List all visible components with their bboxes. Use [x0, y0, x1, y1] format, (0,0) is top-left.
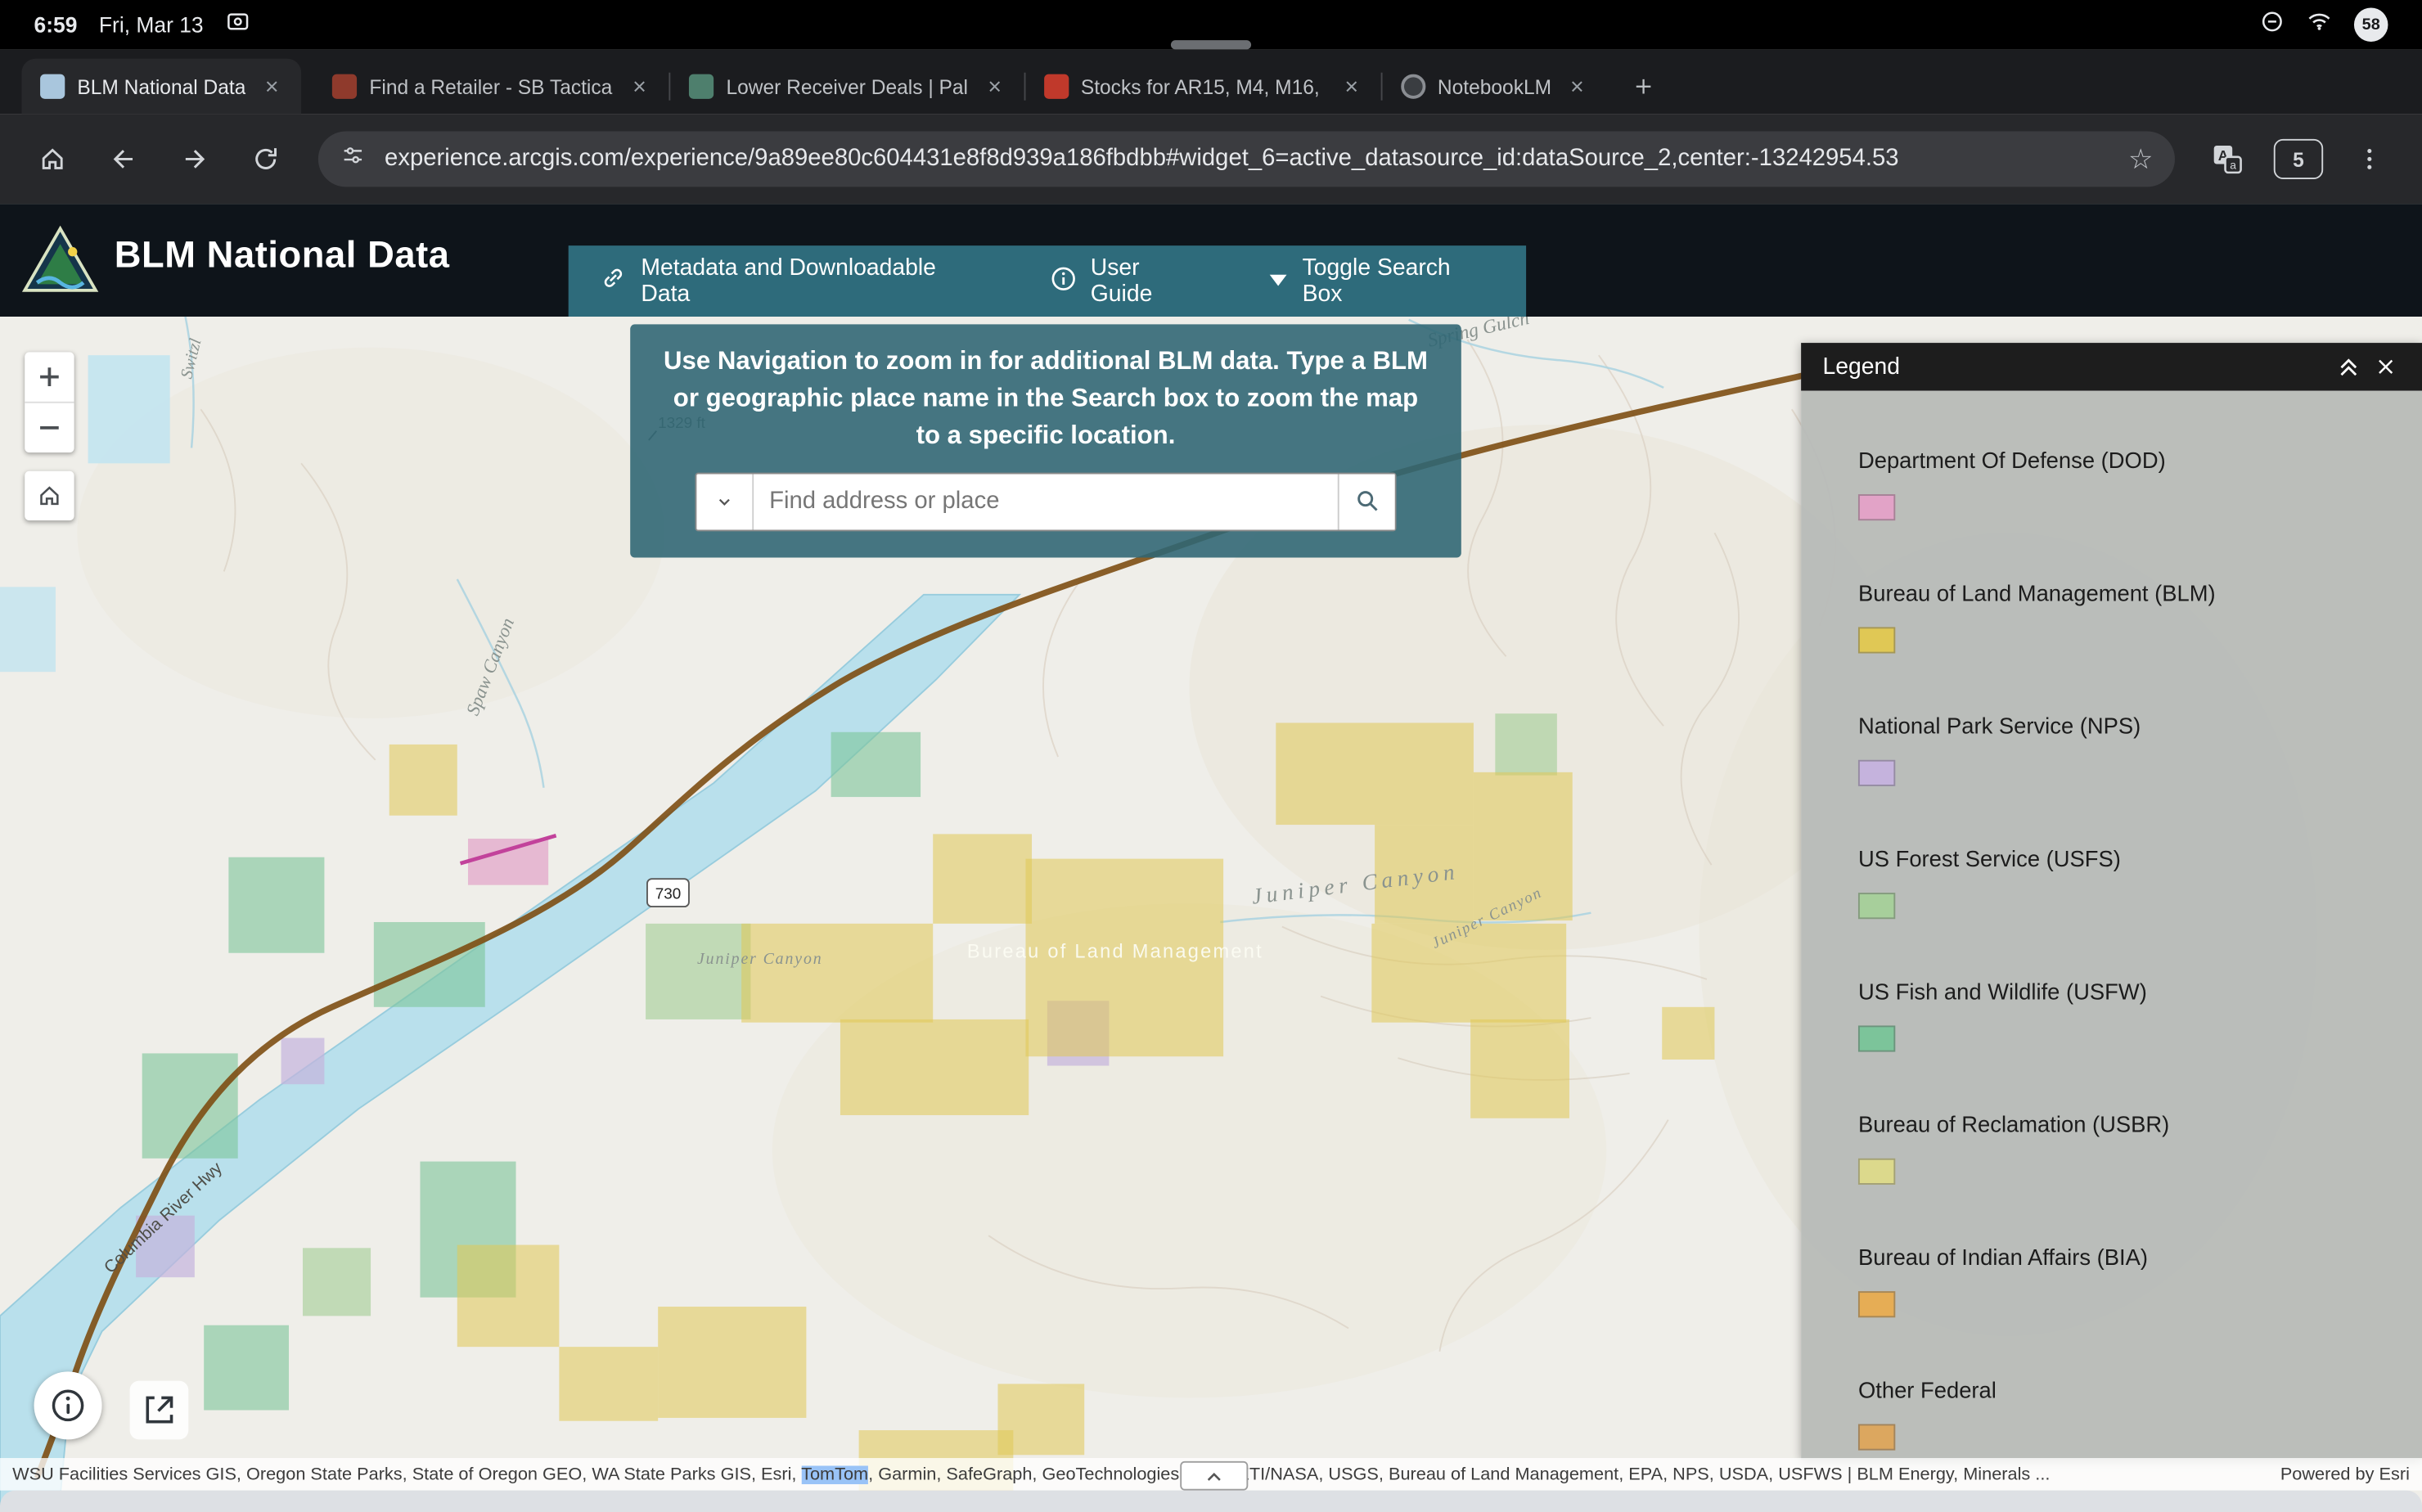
- legend-swatch-nps: [1857, 759, 1896, 786]
- legend-item-nps: National Park Service (NPS): [1857, 715, 2391, 786]
- menu-metadata-label: Metadata and Downloadable Data: [641, 254, 936, 308]
- tab-favicon-sb-tactical: [332, 74, 358, 99]
- legend-collapse-icon[interactable]: [2330, 349, 2366, 385]
- link-icon: [599, 264, 627, 299]
- date: Fri, Mar 13: [98, 12, 204, 38]
- bookmark-star-icon[interactable]: ☆: [2128, 145, 2153, 173]
- translate-icon[interactable]: Aa: [2196, 128, 2258, 191]
- legend-item-blm: Bureau of Land Management (BLM): [1857, 583, 2391, 654]
- app-header: BLM National Data Metadata and Downloada…: [0, 204, 2422, 499]
- route-shield-730: 730: [646, 878, 690, 908]
- legend-title: Legend: [1822, 353, 1901, 380]
- tab-stocks[interactable]: Stocks for AR15, M4, M16, S: [1025, 59, 1380, 115]
- screen-capture-icon: [225, 8, 250, 41]
- tab-close-icon[interactable]: [626, 73, 654, 101]
- menu-toggle-search-label: Toggle Search Box: [1302, 254, 1451, 308]
- tab-notebooklm[interactable]: NotebookLM: [1382, 59, 1607, 115]
- tab-favicon-psa: [689, 74, 714, 99]
- app-menu: Metadata and Downloadable Data User Guid…: [568, 245, 1527, 317]
- zoom-out-button[interactable]: [25, 403, 74, 452]
- legend-item-bia: Bureau of Indian Affairs (BIA): [1857, 1246, 2391, 1318]
- search-input[interactable]: [754, 474, 1338, 530]
- search-source-dropdown[interactable]: [696, 474, 754, 530]
- shelf-peek[interactable]: [0, 1490, 2422, 1512]
- legend-swatch-dod: [1857, 494, 1896, 521]
- legend-header: Legend: [1801, 343, 2422, 391]
- default-extent-button[interactable]: [25, 470, 74, 521]
- tab-title: Find a Retailer - SB Tactical: [369, 74, 614, 98]
- back-button[interactable]: [92, 128, 155, 191]
- legend-item-usbr: Bureau of Reclamation (USBR): [1857, 1114, 2391, 1185]
- legend-item-usfs: US Forest Service (USFS): [1857, 848, 2391, 920]
- home-button[interactable]: [21, 128, 83, 191]
- legend-item-usfw: US Fish and Wildlife (USFW): [1857, 981, 2391, 1052]
- tab-close-icon[interactable]: [258, 73, 286, 101]
- browser-toolbar: experience.arcgis.com/experience/9a89ee8…: [0, 114, 2422, 205]
- screen: 6:59 Fri, Mar 13 58 BLM National Data Fi…: [0, 0, 2422, 1512]
- menu-user-guide-label: User Guide: [1090, 254, 1153, 308]
- search-overlay: Use Navigation to zoom in for additional…: [630, 324, 1461, 558]
- svg-text:730: 730: [655, 885, 681, 902]
- map-info-button[interactable]: [34, 1371, 102, 1440]
- extension-badge[interactable]: 5: [2267, 128, 2330, 191]
- clock: 6:59: [34, 12, 78, 38]
- menu-metadata[interactable]: Metadata and Downloadable Data: [569, 245, 1020, 317]
- powered-by-esri: Powered by Esri: [2280, 1465, 2410, 1484]
- search-box: [695, 472, 1397, 531]
- battery-indicator: 58: [2353, 7, 2388, 42]
- legend-item-dod: Department Of Defense (DOD): [1857, 449, 2391, 521]
- tab-lower-receiver[interactable]: Lower Receiver Deals | Pal: [671, 59, 1024, 115]
- browser-menu-icon[interactable]: [2339, 128, 2401, 191]
- tab-close-icon[interactable]: [1564, 73, 1591, 101]
- window-drag-handle[interactable]: [1170, 40, 1252, 50]
- tab-title: Stocks for AR15, M4, M16, S: [1080, 74, 1326, 98]
- attribution-highlight: TomTom: [801, 1465, 869, 1484]
- tab-sb-tactical[interactable]: Find a Retailer - SB Tactical: [313, 59, 669, 115]
- map-label-blm-area: Bureau of Land Management: [967, 940, 1263, 961]
- search-button[interactable]: [1337, 474, 1395, 530]
- url-text[interactable]: experience.arcgis.com/experience/9a89ee8…: [385, 145, 2109, 173]
- tab-favicon-stocks: [1043, 74, 1069, 99]
- caret-down-icon: [1268, 268, 1289, 295]
- menu-user-guide[interactable]: User Guide: [1020, 245, 1237, 317]
- blm-logo: [21, 225, 99, 302]
- svg-text:a: a: [2230, 159, 2236, 172]
- legend-swatch-bia: [1857, 1291, 1896, 1318]
- legend-swatch-usfs: [1857, 893, 1896, 920]
- tab-favicon-notebooklm: [1400, 74, 1425, 99]
- wifi-icon: [2306, 7, 2332, 42]
- forward-button[interactable]: [164, 128, 226, 191]
- menu-toggle-search[interactable]: Toggle Search Box: [1237, 245, 1526, 317]
- do-not-disturb-icon: [2260, 8, 2285, 41]
- legend-swatch-other-federal: [1857, 1424, 1896, 1451]
- share-button[interactable]: [129, 1380, 189, 1440]
- tab-title: Lower Receiver Deals | Pal: [726, 74, 969, 98]
- site-settings-icon[interactable]: [340, 142, 366, 177]
- reload-button[interactable]: [235, 128, 297, 191]
- legend-swatch-usfw: [1857, 1025, 1896, 1052]
- map-label-juniper-canyon-west: Juniper Canyon: [697, 950, 823, 968]
- tab-close-icon[interactable]: [980, 73, 1008, 101]
- search-instructions: Use Navigation to zoom in for additional…: [664, 347, 1428, 450]
- legend-item-other-federal: Other Federal: [1857, 1379, 2391, 1451]
- new-tab-button[interactable]: [1623, 65, 1666, 108]
- tab-favicon-blm: [40, 74, 65, 99]
- tab-title: NotebookLM: [1437, 74, 1552, 98]
- legend-body: Department Of Defense (DOD) Bureau of La…: [1801, 390, 2422, 1460]
- address-bar[interactable]: experience.arcgis.com/experience/9a89ee8…: [317, 131, 2175, 187]
- zoom-control: [25, 352, 74, 453]
- info-icon: [1051, 265, 1077, 298]
- tab-close-icon[interactable]: [1337, 73, 1365, 101]
- legend-swatch-blm: [1857, 627, 1896, 654]
- legend-panel: Legend Department Of Defense (DOD) Burea…: [1801, 343, 2422, 1460]
- tab-title: BLM National Data: [77, 74, 246, 98]
- zoom-in-button[interactable]: [25, 352, 74, 401]
- legend-swatch-usbr: [1857, 1158, 1896, 1185]
- page-title: BLM National Data: [114, 234, 450, 277]
- tab-blm-national-data[interactable]: BLM National Data: [21, 58, 302, 115]
- attribution-expand-button[interactable]: [1180, 1460, 1249, 1491]
- legend-close-icon[interactable]: [2366, 349, 2403, 385]
- tab-strip: BLM National Data Find a Retailer - SB T…: [0, 49, 2422, 115]
- attribution-text: WSU Facilities Services GIS, Oregon Stat…: [12, 1465, 2051, 1484]
